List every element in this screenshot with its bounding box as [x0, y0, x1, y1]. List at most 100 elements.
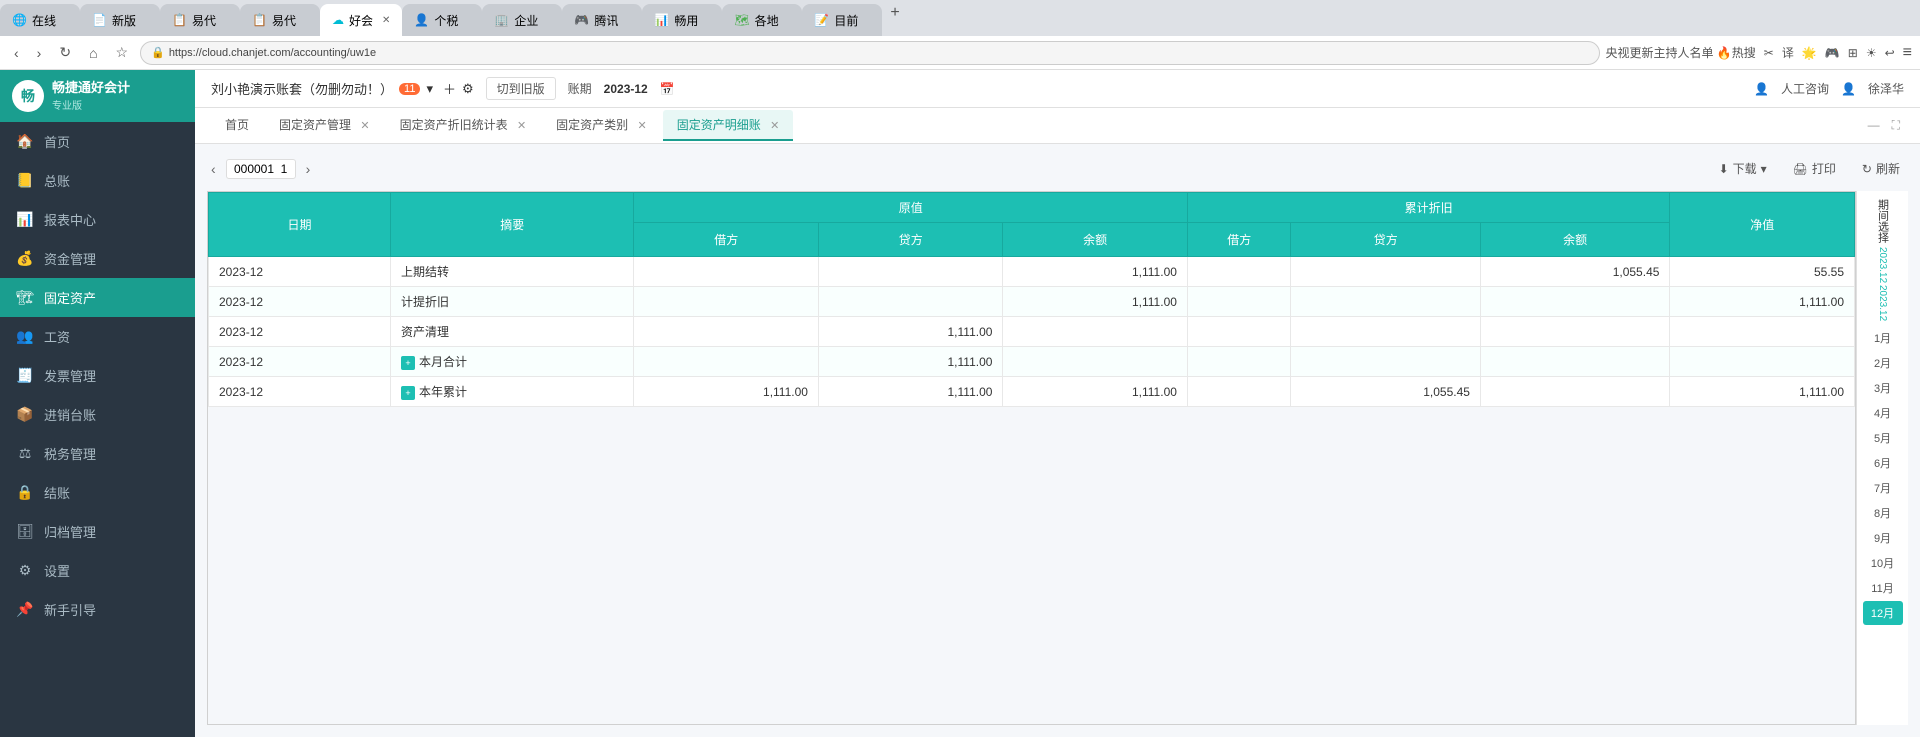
sidebar-item-settings[interactable]: ⚙ 设置 — [0, 551, 195, 590]
cell-date: 2023-12 — [209, 287, 391, 317]
gamepad-icon[interactable]: 🎮 — [1825, 46, 1840, 60]
pager-prev-button[interactable]: ‹ — [207, 159, 220, 179]
browser-tab-close[interactable]: ✕ — [382, 15, 390, 26]
month-item-11[interactable]: 11月 — [1863, 576, 1903, 600]
address-bar[interactable]: 🔒 https://cloud.chanjet.com/accounting/u… — [140, 41, 1599, 65]
period-date-start: 2023.12 — [1877, 247, 1888, 283]
sidebar-item-fixed-assets[interactable]: 🏗 固定资产 — [0, 278, 195, 317]
cell-balance1: 1,111.00 — [1003, 377, 1187, 407]
sidebar-item-closing[interactable]: 🔒 结账 — [0, 473, 195, 512]
row-icon: + — [401, 386, 415, 400]
sidebar-item-home[interactable]: 🏠 首页 — [0, 122, 195, 161]
asset-detail-table: 日期 摘要 原值 累计折旧 净值 借方 贷方 余额 — [208, 192, 1855, 407]
month-item-4[interactable]: 4月 — [1863, 401, 1903, 425]
tab-asset-category[interactable]: 固定资产类别 ✕ — [542, 110, 661, 141]
translate-icon[interactable]: 译 — [1782, 44, 1794, 61]
tab-asset-detail-close[interactable]: ✕ — [770, 120, 779, 132]
browser-tab-online[interactable]: 🌐 在线 — [0, 4, 80, 36]
month-item-8[interactable]: 8月 — [1863, 501, 1903, 525]
month-item-2[interactable]: 2月 — [1863, 351, 1903, 375]
nav-back-button[interactable]: ‹ — [8, 43, 25, 63]
grid-icon[interactable]: ⊞ — [1848, 46, 1858, 60]
tab-fixed-mgmt-close[interactable]: ✕ — [360, 120, 369, 132]
tab-fixed-mgmt[interactable]: 固定资产管理 ✕ — [265, 110, 384, 141]
settings-icon: ⚙ — [16, 562, 34, 580]
browser-tab-yidai2[interactable]: 📋 易代 — [240, 4, 320, 36]
month-item-12[interactable]: 12月 — [1863, 601, 1903, 625]
cell-date: 2023-12 — [209, 377, 391, 407]
maximize-tab-icon[interactable]: ⛶ — [1888, 114, 1904, 137]
guide-icon: 📌 — [16, 601, 34, 619]
nav-bookmark-button[interactable]: ☆ — [110, 42, 135, 63]
tab-depreciation-stat[interactable]: 固定资产折旧统计表 ✕ — [386, 110, 541, 141]
nav-refresh-button[interactable]: ↻ — [53, 42, 77, 63]
tab-asset-category-close[interactable]: ✕ — [638, 120, 647, 132]
month-item-9[interactable]: 9月 — [1863, 526, 1903, 550]
browser-tab-yidai1[interactable]: 📋 易代 — [160, 4, 240, 36]
sidebar-menu: 🏠 首页 📒 总账 📊 报表中心 💰 资金管理 🏗 固定资产 👥 工资 — [0, 122, 195, 737]
cell-summary: 资产清理 — [391, 317, 634, 347]
cell-debit2 — [1187, 347, 1291, 377]
month-item-10[interactable]: 10月 — [1863, 551, 1903, 575]
sidebar-item-general-ledger[interactable]: 📒 总账 — [0, 161, 195, 200]
sidebar-item-reports[interactable]: 📊 报表中心 — [0, 200, 195, 239]
cut-icon[interactable]: ✂ — [1764, 46, 1774, 60]
notification-badge: 11 — [399, 83, 420, 95]
user-label[interactable]: 徐泽华 — [1868, 80, 1904, 97]
brightness-icon[interactable]: ☀ — [1866, 46, 1877, 60]
browser-toolbar-right: 央视更新主持人名单 🔥热搜 ✂ 译 🌟 🎮 ⊞ ☀ ↩ ≡ — [1606, 44, 1913, 62]
settings-account-icon[interactable]: ⚙ — [462, 81, 474, 97]
month-item-5[interactable]: 5月 — [1863, 426, 1903, 450]
th-credit1: 贷方 — [818, 223, 1002, 257]
pager-next-button[interactable]: › — [302, 159, 315, 179]
tab-depreciation-stat-close[interactable]: ✕ — [517, 120, 526, 132]
cell-net-value — [1670, 317, 1855, 347]
sidebar-item-inventory[interactable]: 📦 进销台账 — [0, 395, 195, 434]
tab-asset-detail[interactable]: 固定资产明细账 ✕ — [663, 110, 794, 141]
browser-tab-tengxun[interactable]: 🎮 腾讯 — [562, 4, 642, 36]
month-item-1[interactable]: 1月 — [1863, 326, 1903, 350]
tab-home[interactable]: 首页 — [211, 110, 263, 141]
nav-home-button[interactable]: ⌂ — [83, 43, 103, 63]
sidebar-item-payroll[interactable]: 👥 工资 — [0, 317, 195, 356]
refresh-button[interactable]: ↻ 刷新 — [1854, 156, 1908, 181]
sidebar-item-guide[interactable]: 📌 新手引导 — [0, 590, 195, 629]
sidebar-item-funds[interactable]: 💰 资金管理 — [0, 239, 195, 278]
sidebar-logo: 畅 畅捷通好会计 专业版 — [0, 70, 195, 122]
print-button[interactable]: 🖨 打印 — [1785, 156, 1844, 181]
cell-debit1 — [634, 257, 818, 287]
sidebar-item-tax[interactable]: ⚖ 税务管理 — [0, 434, 195, 473]
minimize-tab-icon[interactable]: — — [1864, 114, 1884, 137]
sidebar-item-archive[interactable]: 🗄 归档管理 — [0, 512, 195, 551]
browser-tab-bar: 🌐 在线 📄 新版 📋 易代 📋 易代 ☁ 好会 ✕ 👤 个税 🏢 企业 — [0, 0, 1920, 36]
cell-net-value: 1,111.00 — [1670, 287, 1855, 317]
calendar-icon[interactable]: 📅 — [660, 82, 675, 96]
dropdown-icon[interactable]: ▾ — [426, 81, 433, 97]
download-button[interactable]: ⬇ 下载 ▾ — [1711, 156, 1775, 181]
browser-tab-changyong[interactable]: 📊 畅用 — [642, 4, 722, 36]
pager-input[interactable] — [226, 159, 296, 179]
browser-tab-haohui[interactable]: ☁ 好会 ✕ — [320, 4, 402, 36]
menu-icon[interactable]: ≡ — [1903, 44, 1912, 62]
table-row: 2023-12 +本年累计 1,111.00 1,111.00 1,111.00… — [209, 377, 1855, 407]
nav-forward-button[interactable]: › — [31, 43, 48, 63]
switch-version-button[interactable]: 切到旧版 — [486, 77, 556, 100]
browser-tab-gedi[interactable]: 🗺 各地 — [722, 4, 802, 36]
period-date-end: 2023.12 — [1877, 285, 1888, 321]
month-item-6[interactable]: 6月 — [1863, 451, 1903, 475]
month-item-7[interactable]: 7月 — [1863, 476, 1903, 500]
sidebar-item-invoice[interactable]: 🧾 发票管理 — [0, 356, 195, 395]
browser-tab-muqian[interactable]: 📝 目前 — [802, 4, 882, 36]
service-label[interactable]: 人工咨询 — [1781, 80, 1829, 97]
browser-tab-geshui[interactable]: 👤 个税 — [402, 4, 482, 36]
sidebar-item-general-ledger-label: 总账 — [44, 171, 70, 190]
add-account-icon[interactable]: ＋ — [443, 79, 456, 98]
extension-icon[interactable]: 🌟 — [1802, 46, 1817, 60]
undo-icon[interactable]: ↩ — [1885, 46, 1895, 60]
month-item-3[interactable]: 3月 — [1863, 376, 1903, 400]
browser-tab-qiye[interactable]: 🏢 企业 — [482, 4, 562, 36]
new-tab-button[interactable]: + — [882, 4, 907, 36]
browser-tab-new[interactable]: 📄 新版 — [80, 4, 160, 36]
account-selector[interactable]: 刘小艳演示账套（勿删勿动！） 11 ▾ ＋ ⚙ — [211, 79, 474, 98]
th-original-value: 原值 — [634, 193, 1187, 223]
